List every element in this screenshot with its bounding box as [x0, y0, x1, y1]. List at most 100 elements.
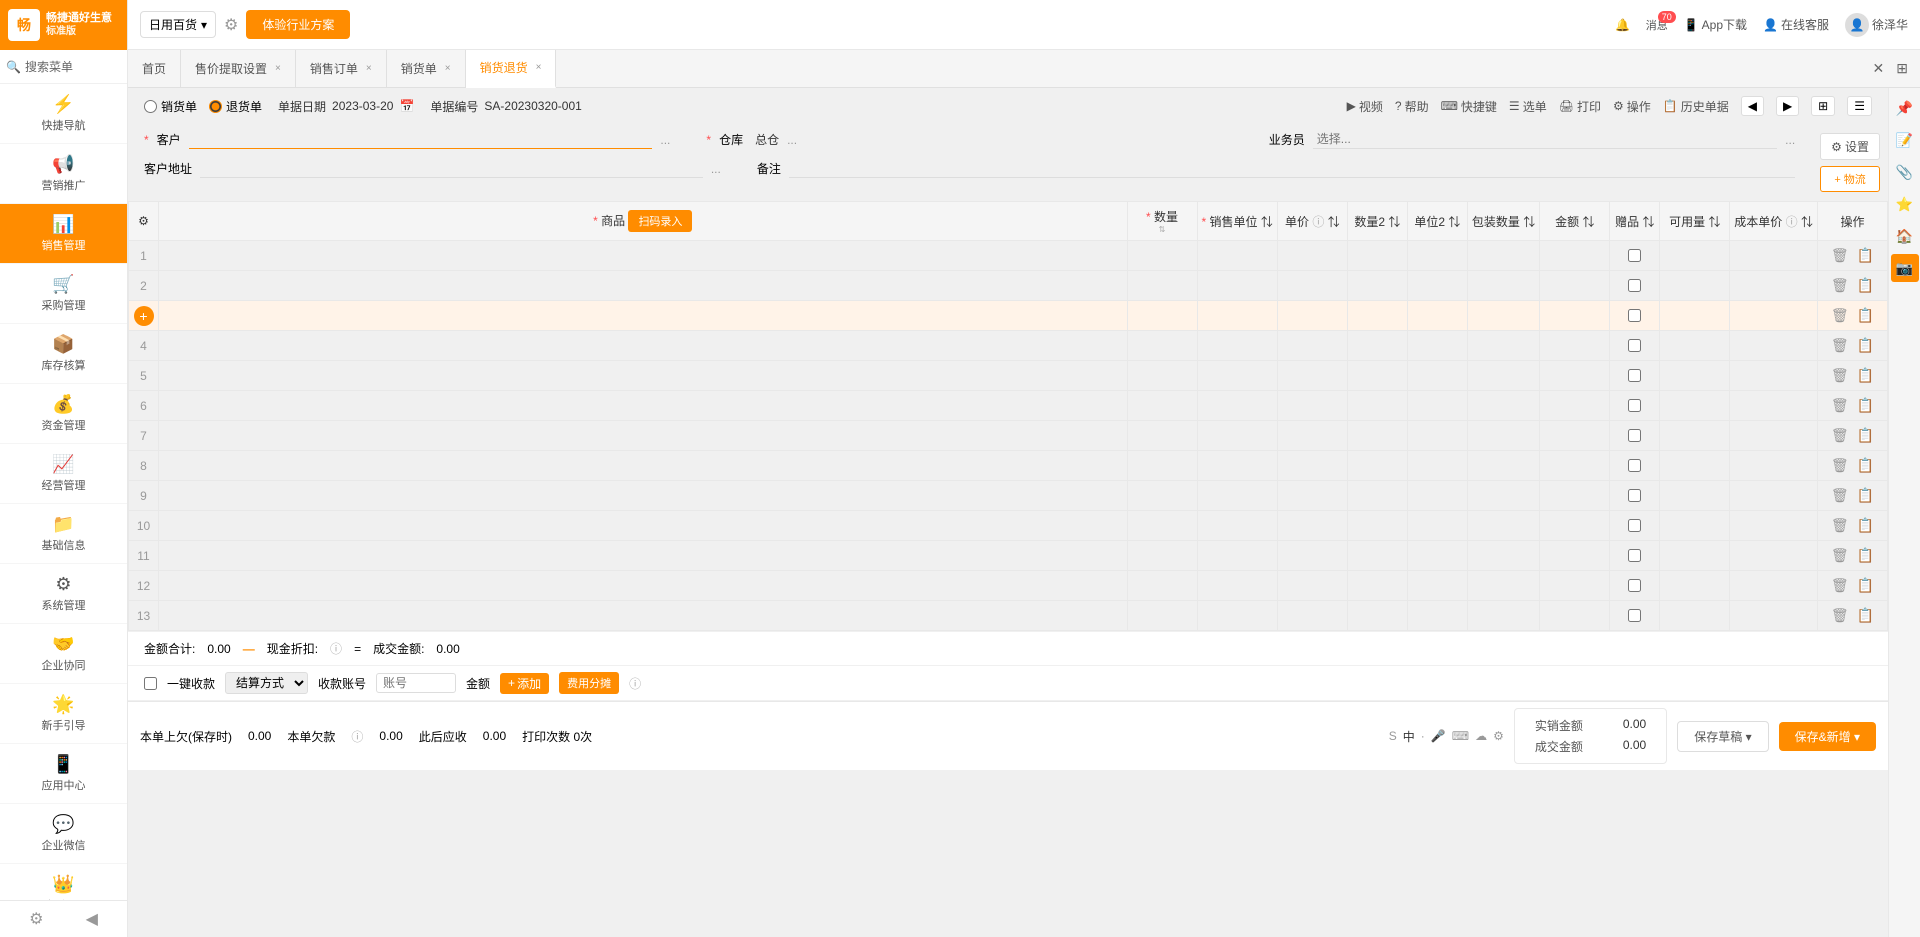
gift-checkbox[interactable] — [1628, 579, 1641, 592]
delete-btn[interactable]: 🗑 — [1829, 305, 1851, 326]
warehouse-picker[interactable]: ... — [787, 133, 797, 147]
ime-cloud[interactable]: ☁ — [1475, 729, 1487, 743]
sidebar-item-sales[interactable]: 📊 销售管理 — [0, 204, 127, 264]
scan-btn[interactable]: 扫码录入 — [628, 210, 692, 232]
copy-btn[interactable]: 📋 — [1855, 605, 1876, 626]
th-gift[interactable]: 赠品 ⇅ — [1610, 202, 1660, 241]
th-unit[interactable]: * 销售单位 ⇅ — [1197, 202, 1277, 241]
row-available[interactable] — [1660, 241, 1730, 271]
copy-btn[interactable]: 📋 — [1855, 455, 1876, 476]
sidebar-item-basic[interactable]: 📁 基础信息 — [0, 504, 127, 564]
staff-picker[interactable]: ... — [1785, 133, 1795, 147]
ime-pin[interactable]: · — [1421, 729, 1425, 743]
th-settings[interactable]: ⚙ — [129, 202, 159, 241]
rs-camera-icon[interactable]: 📷 — [1891, 254, 1919, 282]
th-unit2[interactable]: 单位2 ⇅ — [1407, 202, 1467, 241]
row-qty[interactable] — [1127, 271, 1197, 301]
copy-btn[interactable]: 📋 — [1855, 305, 1876, 326]
row-unit2[interactable] — [1407, 301, 1467, 331]
gift-checkbox[interactable] — [1628, 249, 1641, 262]
copy-btn[interactable]: 📋 — [1855, 335, 1876, 356]
radio-sales[interactable]: 销货单 — [144, 98, 197, 115]
settings-icon[interactable]: ⚙ — [29, 909, 43, 929]
row-cost[interactable] — [1730, 241, 1818, 271]
staff-input[interactable] — [1313, 130, 1777, 149]
delete-btn[interactable]: 🗑 — [1829, 365, 1851, 386]
calendar-icon[interactable]: 📅 — [399, 99, 414, 113]
customer-input[interactable] — [189, 130, 653, 149]
view-list[interactable]: ☰ — [1847, 96, 1872, 116]
tab-menu[interactable]: ⊞ — [1892, 58, 1912, 79]
th-pack-qty[interactable]: 包装数量 ⇅ — [1467, 202, 1539, 241]
rs-pin-icon[interactable]: 📌 — [1891, 94, 1919, 122]
row-available[interactable] — [1660, 271, 1730, 301]
remark-input[interactable] — [789, 159, 1795, 178]
sidebar-item-apps[interactable]: 📱 应用中心 — [0, 744, 127, 804]
row-unit[interactable] — [1197, 271, 1277, 301]
row-cost[interactable] — [1730, 271, 1818, 301]
th-available[interactable]: 可用量 ⇅ — [1660, 202, 1730, 241]
row-amount[interactable] — [1540, 241, 1610, 271]
row-qty2[interactable] — [1347, 241, 1407, 271]
row-unit[interactable] — [1197, 241, 1277, 271]
row-price[interactable] — [1277, 301, 1347, 331]
gift-checkbox[interactable] — [1628, 399, 1641, 412]
delete-btn[interactable]: 🗑 — [1829, 455, 1851, 476]
row-product[interactable] — [159, 241, 1128, 271]
row-cost[interactable] — [1730, 301, 1818, 331]
date-value[interactable]: 2023-03-20 — [332, 99, 393, 113]
experience-btn[interactable]: 体验行业方案 — [246, 10, 350, 39]
delete-btn[interactable]: 🗑 — [1829, 515, 1851, 536]
save-draft-btn[interactable]: 保存草稿 ▾ — [1677, 721, 1768, 752]
row-price[interactable] — [1277, 241, 1347, 271]
rs-home-icon[interactable]: 🏠 — [1891, 222, 1919, 250]
tab-sales-return[interactable]: 销货退货 × — [466, 50, 557, 88]
tab-sales-order[interactable]: 销售订单 × — [296, 50, 387, 88]
ime-mic[interactable]: 🎤 — [1431, 729, 1446, 743]
settings-btn[interactable]: ⚙ 设置 — [1820, 133, 1880, 160]
view-grid[interactable]: ⊞ — [1811, 96, 1835, 116]
delete-btn[interactable]: 🗑 — [1829, 575, 1851, 596]
delete-btn[interactable]: 🗑 — [1829, 485, 1851, 506]
radio-return-input[interactable] — [209, 100, 222, 113]
address-input[interactable] — [200, 159, 703, 178]
row-unit2[interactable] — [1407, 241, 1467, 271]
tab-sales-invoice-close[interactable]: × — [445, 63, 451, 74]
tab-price-close[interactable]: × — [275, 63, 281, 74]
radio-return[interactable]: 退货单 — [209, 98, 262, 115]
row-gift[interactable] — [1610, 241, 1660, 271]
row-pack[interactable] — [1467, 271, 1539, 301]
rs-note-icon[interactable]: 📝 — [1891, 126, 1919, 154]
ime-settings[interactable]: ⚙ — [1493, 729, 1504, 743]
sidebar-item-system[interactable]: ⚙ 系统管理 — [0, 564, 127, 624]
gift-checkbox[interactable] — [1628, 519, 1641, 532]
rs-star-icon[interactable]: ⭐ — [1891, 190, 1919, 218]
gift-checkbox[interactable] — [1628, 429, 1641, 442]
tab-close-all[interactable]: ✕ — [1869, 58, 1889, 79]
sidebar-item-wechat[interactable]: 💬 企业微信 — [0, 804, 127, 864]
row-amount[interactable] — [1540, 301, 1610, 331]
row-amount[interactable] — [1540, 271, 1610, 301]
copy-btn[interactable]: 📋 — [1855, 485, 1876, 506]
delete-btn[interactable]: 🗑 — [1829, 275, 1851, 296]
user-info[interactable]: 👤 徐泽华 — [1845, 13, 1908, 37]
th-product[interactable]: * 商品 扫码录入 — [159, 202, 1128, 241]
customer-picker[interactable]: ... — [660, 133, 670, 147]
account-input[interactable] — [376, 673, 456, 693]
row-qty2[interactable] — [1347, 301, 1407, 331]
row-unit2[interactable] — [1407, 271, 1467, 301]
row-qty2[interactable] — [1347, 271, 1407, 301]
ime-zh[interactable]: 中 — [1403, 728, 1415, 745]
gift-checkbox[interactable] — [1628, 279, 1641, 292]
row-available[interactable] — [1660, 301, 1730, 331]
sidebar-search[interactable]: 🔍 搜索菜单 — [0, 50, 127, 84]
ime-icon[interactable]: S — [1389, 729, 1397, 743]
copy-btn[interactable]: 📋 — [1855, 275, 1876, 296]
row-pack[interactable] — [1467, 301, 1539, 331]
delete-btn[interactable]: 🗑 — [1829, 335, 1851, 356]
sidebar-item-marketing[interactable]: 📢 营销推广 — [0, 144, 127, 204]
action-shortcut[interactable]: ⌨ 快捷键 — [1441, 98, 1497, 115]
app-download[interactable]: 📱 App下载 — [1684, 16, 1747, 33]
tab-price-settings[interactable]: 售价提取设置 × — [181, 50, 296, 88]
gift-checkbox[interactable] — [1628, 459, 1641, 472]
